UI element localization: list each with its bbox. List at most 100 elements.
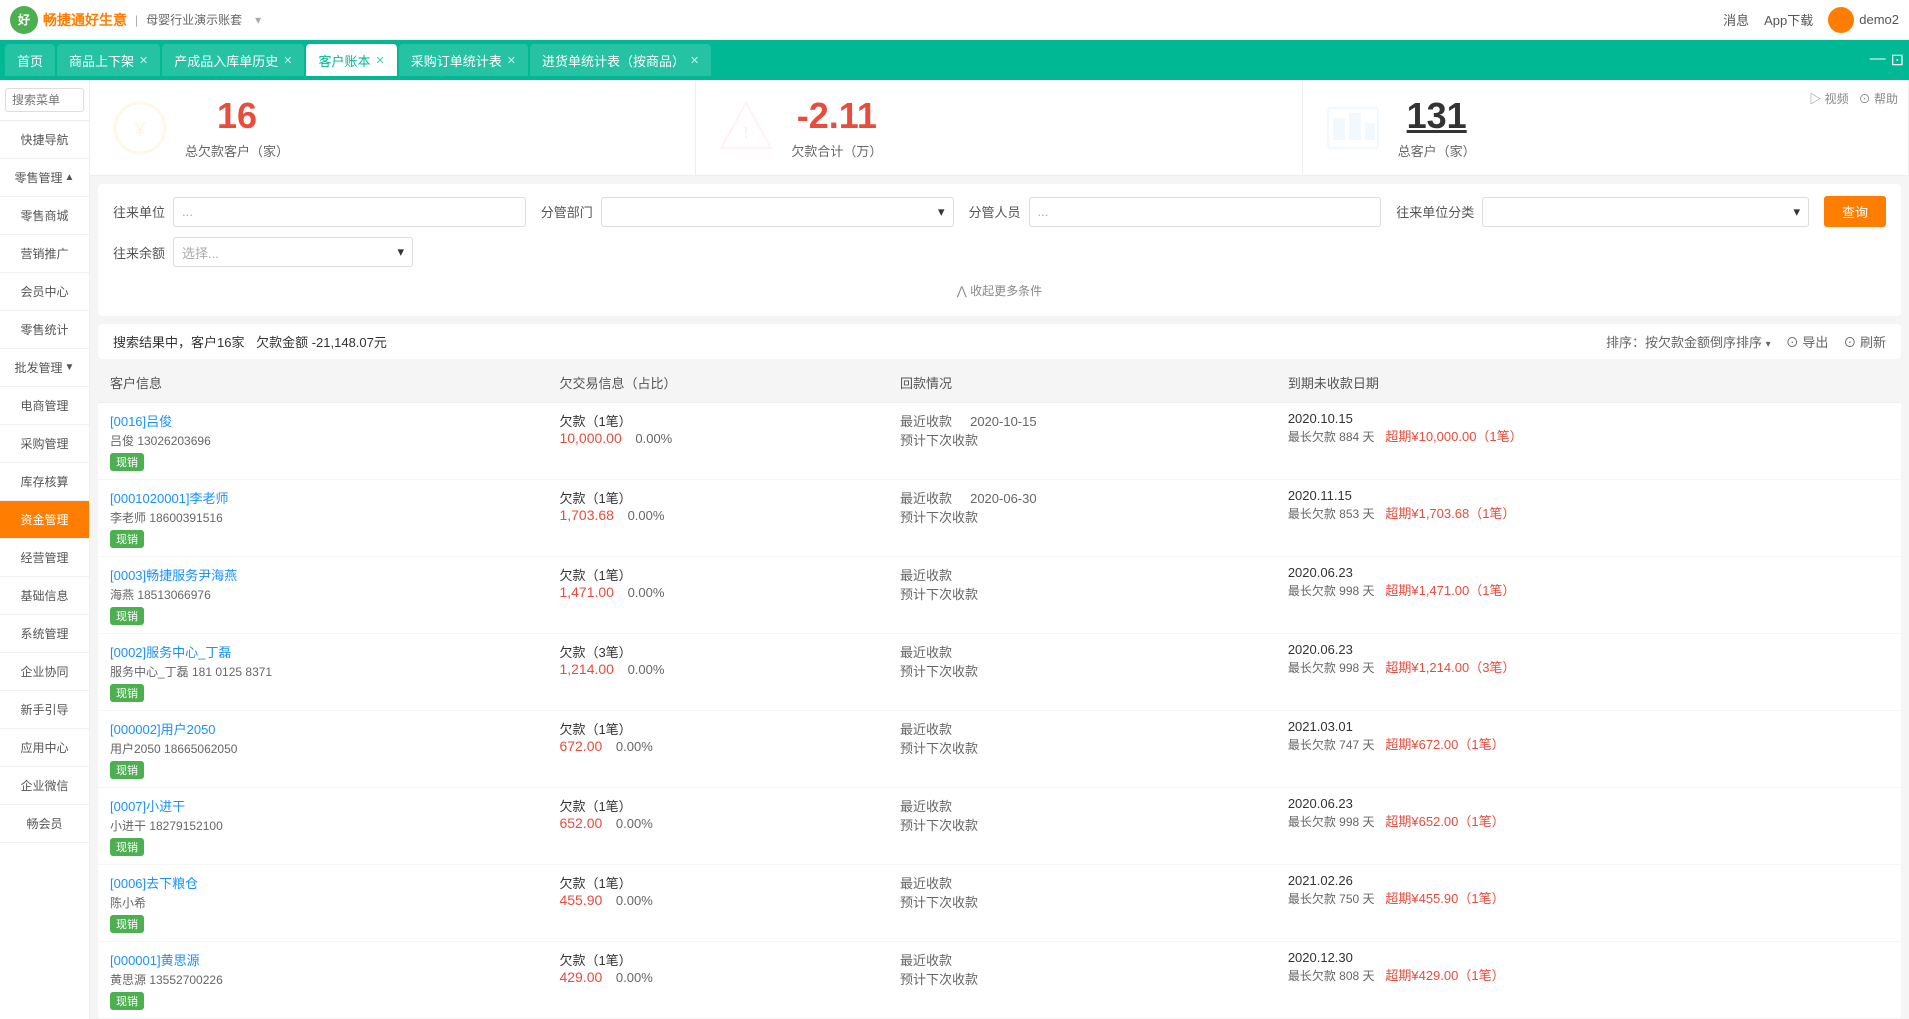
stat-card-debt-customers: ¥ 16 总欠款客户（家） bbox=[90, 80, 696, 175]
message-btn[interactable]: 消息 bbox=[1723, 10, 1749, 29]
sidebar-item-guide[interactable]: 新手引导 bbox=[0, 691, 89, 729]
collapse-btn[interactable]: ⋀ 收起更多条件 bbox=[113, 277, 1886, 304]
sidebar-item-marketing[interactable]: 营销推广 bbox=[0, 235, 89, 273]
customer-name-link[interactable]: [0016]吕俊 bbox=[110, 411, 535, 430]
debt-amount[interactable]: 652.00 bbox=[559, 815, 602, 831]
nav-minimize-icon[interactable]: — bbox=[1870, 50, 1886, 70]
cell-due-date: 2020.10.15 最长欠款 884 天 超期¥10,000.00（1笔） bbox=[1276, 403, 1901, 480]
tab-product-status[interactable]: 商品上下架 ✕ bbox=[57, 44, 160, 76]
sidebar-item-retail-mgmt[interactable]: 零售管理 ▲ bbox=[0, 159, 89, 197]
debt-percent: 0.00% bbox=[616, 739, 653, 754]
debt-amount[interactable]: 1,471.00 bbox=[559, 584, 614, 600]
last-receipt-row: 最近收款 bbox=[900, 719, 1264, 738]
close-icon[interactable]: ✕ bbox=[283, 54, 292, 67]
sidebar-item-wechat[interactable]: 企业微信 bbox=[0, 767, 89, 805]
sidebar-item-retail-stats[interactable]: 零售统计 bbox=[0, 311, 89, 349]
customer-name-link[interactable]: [0007]小进干 bbox=[110, 796, 535, 815]
overdue-days: 最长欠款 750 天 bbox=[1288, 892, 1375, 906]
export-btn[interactable]: ⊙ 导出 bbox=[1786, 332, 1829, 351]
stat-info-total-customers: 131 总客户（家） bbox=[1398, 95, 1476, 160]
from-unit-input[interactable]: ... bbox=[173, 197, 526, 227]
close-icon[interactable]: ✕ bbox=[376, 54, 385, 67]
refresh-btn[interactable]: ⊙ 刷新 bbox=[1843, 332, 1886, 351]
sidebar-item-label: 零售统计 bbox=[20, 323, 68, 337]
refresh-label: 刷新 bbox=[1860, 335, 1886, 350]
unit-class-select[interactable]: ▾ bbox=[1482, 197, 1809, 227]
sidebar-item-basic-info[interactable]: 基础信息 bbox=[0, 577, 89, 615]
tab-customer-account[interactable]: 客户账本 ✕ bbox=[306, 44, 396, 76]
search-button[interactable]: 查询 bbox=[1824, 196, 1886, 227]
tab-home[interactable]: 首页 bbox=[5, 44, 55, 76]
customer-tag: 现销 bbox=[110, 761, 144, 779]
sidebar-item-retail-mall[interactable]: 零售商城 bbox=[0, 197, 89, 235]
customer-name-link[interactable]: [0002]服务中心_丁磊 bbox=[110, 642, 535, 661]
sidebar-item-vip[interactable]: 畅会员 bbox=[0, 805, 89, 843]
customer-name-link[interactable]: [0003]畅捷服务尹海燕 bbox=[110, 565, 535, 584]
overdue-amount[interactable]: 超期¥1,471.00（1笔） bbox=[1385, 583, 1515, 598]
app-download-btn[interactable]: App下载 bbox=[1764, 10, 1813, 29]
debt-amount[interactable]: 672.00 bbox=[559, 738, 602, 754]
debt-amount[interactable]: 429.00 bbox=[559, 969, 602, 985]
logo-separator: | bbox=[135, 13, 138, 27]
customer-name-link[interactable]: [0006]去下粮仓 bbox=[110, 873, 535, 892]
overdue-days: 最长欠款 998 天 bbox=[1288, 584, 1375, 598]
export-label: 导出 bbox=[1802, 335, 1828, 350]
debt-amount[interactable]: 455.90 bbox=[559, 892, 602, 908]
search-input[interactable] bbox=[5, 88, 84, 112]
sidebar-item-system[interactable]: 系统管理 bbox=[0, 615, 89, 653]
layout: 快捷导航 零售管理 ▲ 零售商城 营销推广 会员中心 零售统计 批发管理 ▼ bbox=[0, 80, 1909, 1019]
sort-label[interactable]: 排序：按欠款金额倒序排序 ▾ bbox=[1606, 332, 1771, 351]
sidebar-item-ecommerce[interactable]: 电商管理 bbox=[0, 387, 89, 425]
overdue-amount[interactable]: 超期¥1,703.68（1笔） bbox=[1385, 506, 1515, 521]
debt-amount[interactable]: 1,703.68 bbox=[559, 507, 614, 523]
sidebar-item-purchase[interactable]: 采购管理 bbox=[0, 425, 89, 463]
table-header-row: 客户信息 欠交易信息（占比） 回款情况 到期未收款日期 bbox=[98, 363, 1901, 403]
debt-count: 欠款（1笔） bbox=[559, 950, 876, 969]
filter-from-unit: 往来单位 ... bbox=[113, 197, 526, 227]
chevron-down-icon2: ▾ bbox=[1793, 204, 1800, 220]
customer-name-link[interactable]: [0001020001]李老师 bbox=[110, 488, 535, 507]
customer-phone: 吕俊 13026203696 bbox=[110, 432, 535, 449]
sidebar-item-batch-mgmt[interactable]: 批发管理 ▼ bbox=[0, 349, 89, 387]
close-icon[interactable]: ✕ bbox=[690, 54, 699, 67]
person-input[interactable]: ... bbox=[1029, 197, 1382, 227]
overdue-amount[interactable]: 超期¥672.00（1笔） bbox=[1385, 737, 1504, 752]
sidebar-item-inventory[interactable]: 库存核算 bbox=[0, 463, 89, 501]
overdue-amount[interactable]: 超期¥429.00（1笔） bbox=[1385, 968, 1504, 983]
debt-percent: 0.00% bbox=[616, 893, 653, 908]
overdue-amount[interactable]: 超期¥455.90（1笔） bbox=[1385, 891, 1504, 906]
overdue-amount[interactable]: 超期¥10,000.00（1笔） bbox=[1385, 429, 1522, 444]
balance-select[interactable]: 选择... ▾ bbox=[173, 237, 413, 267]
sidebar-item-label: 快捷导航 bbox=[20, 133, 68, 147]
sidebar-item-app-center[interactable]: 应用中心 bbox=[0, 729, 89, 767]
overdue-info-row: 最长欠款 853 天 超期¥1,703.68（1笔） bbox=[1288, 503, 1889, 522]
user-avatar[interactable]: demo2 bbox=[1828, 7, 1899, 33]
sidebar-item-quick-nav[interactable]: 快捷导航 bbox=[0, 121, 89, 159]
tab-goods-stats[interactable]: 进货单统计表（按商品） ✕ bbox=[530, 44, 711, 76]
debt-amount[interactable]: 1,214.00 bbox=[559, 661, 614, 677]
sidebar-item-operations[interactable]: 经营管理 bbox=[0, 539, 89, 577]
col-header-receipt: 回款情况 bbox=[888, 363, 1276, 403]
cell-customer: [0002]服务中心_丁磊 服务中心_丁磊 181 0125 8371 现销 bbox=[98, 634, 547, 711]
sidebar-item-finance[interactable]: 资金管理 bbox=[0, 501, 89, 539]
tab-product-history[interactable]: 产成品入库单历史 ✕ bbox=[162, 44, 304, 76]
sidebar-item-member[interactable]: 会员中心 bbox=[0, 273, 89, 311]
cell-receipt: 最近收款 2020-06-30 预计下次收款 bbox=[888, 480, 1276, 557]
close-icon[interactable]: ✕ bbox=[507, 54, 516, 67]
dept-select[interactable]: ▾ bbox=[601, 197, 954, 227]
cell-debt-info: 欠款（1笔） 1,471.00 0.00% bbox=[547, 557, 888, 634]
debt-amount[interactable]: 10,000.00 bbox=[559, 430, 621, 446]
overdue-amount[interactable]: 超期¥652.00（1笔） bbox=[1385, 814, 1504, 829]
sidebar-item-enterprise[interactable]: 企业协同 bbox=[0, 653, 89, 691]
customer-name-link[interactable]: [000002]用户2050 bbox=[110, 719, 535, 738]
customer-name-link[interactable]: [000001]黄思源 bbox=[110, 950, 535, 969]
help-btn[interactable]: ⊙ 帮助 bbox=[1859, 90, 1898, 107]
close-icon[interactable]: ✕ bbox=[139, 54, 148, 67]
overdue-amount[interactable]: 超期¥1,214.00（3笔） bbox=[1385, 660, 1515, 675]
dropdown-arrow-icon[interactable]: ▾ bbox=[255, 13, 261, 27]
nav-expand-icon[interactable]: ⊡ bbox=[1891, 50, 1904, 70]
sidebar: 快捷导航 零售管理 ▲ 零售商城 营销推广 会员中心 零售统计 批发管理 ▼ bbox=[0, 80, 90, 1019]
tab-purchase-order[interactable]: 采购订单统计表 ✕ bbox=[399, 44, 528, 76]
view-video-btn[interactable]: ▷ 视频 bbox=[1809, 90, 1848, 107]
debt-amount-row: 672.00 0.00% bbox=[559, 738, 876, 754]
